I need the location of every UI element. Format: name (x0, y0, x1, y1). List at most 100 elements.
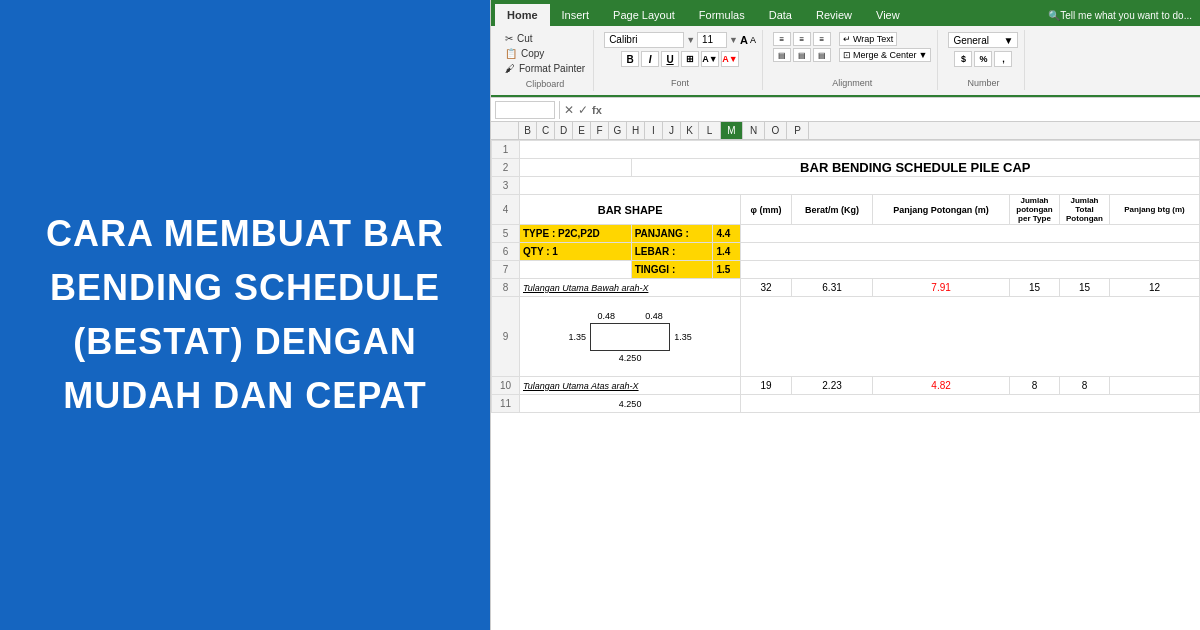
col-header-h[interactable]: H (627, 122, 645, 139)
bar-shape-row: 1.35 1.35 (569, 323, 692, 351)
panjang-btg-header[interactable]: Panjang btg (m) (1109, 195, 1199, 225)
type-label-cell[interactable]: TYPE : P2C,P2D (520, 225, 632, 243)
cut-button[interactable]: ✂ Cut (503, 32, 587, 45)
empty-row-1[interactable] (520, 141, 1200, 159)
main-title: CARA MEMBUAT BAR BENDING SCHEDULE (BESTA… (46, 207, 444, 423)
qty-label-cell[interactable]: QTY : 1 (520, 243, 632, 261)
font-size-box[interactable]: 11 (697, 32, 727, 48)
bold-button[interactable]: B (621, 51, 639, 67)
tinggi-val-cell[interactable]: 1.5 (713, 261, 741, 279)
row-num-10: 10 (492, 377, 520, 395)
bottom-dim: 4.250 (619, 353, 642, 363)
align-top-button[interactable]: ≡ (773, 32, 791, 46)
tab-formulas[interactable]: Formulas (687, 4, 757, 26)
excel-panel: Home Insert Page Layout Formulas Data Re… (490, 0, 1200, 630)
col-header-e[interactable]: E (573, 122, 591, 139)
col-header-c[interactable]: C (537, 122, 555, 139)
align-middle-button[interactable]: ≡ (793, 32, 811, 46)
tab-view[interactable]: View (864, 4, 912, 26)
phi-header[interactable]: φ (mm) (741, 195, 792, 225)
name-box[interactable] (495, 101, 555, 119)
align-right-button[interactable]: ▤ (813, 48, 831, 62)
align-left-button[interactable]: ▤ (773, 48, 791, 62)
berat-header[interactable]: Berat/m (Kg) (791, 195, 872, 225)
col-header-p[interactable]: P (787, 122, 809, 139)
border-button[interactable]: ⊞ (681, 51, 699, 67)
col-header-g[interactable]: G (609, 122, 627, 139)
col-header-m[interactable]: M (721, 122, 743, 139)
row2-panjang-btg[interactable] (1109, 377, 1199, 395)
row1-total[interactable]: 15 (1059, 279, 1109, 297)
percent-button[interactable]: % (974, 51, 992, 67)
tab-home[interactable]: Home (495, 4, 550, 26)
comma-button[interactable]: , (994, 51, 1012, 67)
copy-button[interactable]: 📋 Copy (503, 47, 587, 60)
currency-button[interactable]: $ (954, 51, 972, 67)
font-color-button[interactable]: A▼ (721, 51, 739, 67)
cancel-formula-icon[interactable]: ✕ (564, 103, 574, 117)
col-header-k[interactable]: K (681, 122, 699, 139)
col-header-l[interactable]: L (699, 122, 721, 139)
row-num-5: 5 (492, 225, 520, 243)
format-painter-button[interactable]: 🖌 Format Painter (503, 62, 587, 75)
jumlah-total-header[interactable]: Jumlah Total Potongan (1059, 195, 1109, 225)
col-header-n[interactable]: N (743, 122, 765, 139)
italic-button[interactable]: I (641, 51, 659, 67)
confirm-formula-icon[interactable]: ✓ (578, 103, 588, 117)
qty-row-empty (741, 243, 1200, 261)
sheet-title[interactable]: BAR BENDING SCHEDULE PILE CAP (631, 159, 1199, 177)
top-dims: 0.48 0.48 (598, 311, 663, 321)
col-header-j[interactable]: J (663, 122, 681, 139)
paintbrush-icon: 🖌 (505, 63, 515, 74)
row2-desc[interactable]: Tulangan Utama Atas arah-X (520, 377, 741, 395)
row1-jumlah[interactable]: 15 (1009, 279, 1059, 297)
spreadsheet-table: 1 2 BAR BENDING SCHEDULE PILE CAP 3 4 (491, 140, 1200, 413)
row1-panjang[interactable]: 7.91 (873, 279, 1010, 297)
panjang-val-cell[interactable]: 4.4 (713, 225, 741, 243)
formula-input[interactable] (606, 104, 1196, 116)
clipboard-label: Clipboard (526, 75, 565, 89)
jumlah-potongan-header[interactable]: Jumlah potongan per Type (1009, 195, 1059, 225)
wrap-text-button[interactable]: ↵ Wrap Text (839, 32, 897, 46)
col-header-b[interactable]: B (519, 122, 537, 139)
col-header-o[interactable]: O (765, 122, 787, 139)
row1-phi[interactable]: 32 (741, 279, 792, 297)
row2-berat[interactable]: 2.23 (791, 377, 872, 395)
type-row-empty (741, 225, 1200, 243)
fill-color-button[interactable]: A▼ (701, 51, 719, 67)
tab-review[interactable]: Review (804, 4, 864, 26)
row1-berat[interactable]: 6.31 (791, 279, 872, 297)
row2-phi[interactable]: 19 (741, 377, 792, 395)
col-header-f[interactable]: F (591, 122, 609, 139)
tell-me-box[interactable]: 🔍 Tell me what you want to do... (1036, 4, 1200, 26)
tab-insert[interactable]: Insert (550, 4, 602, 26)
merge-center-button[interactable]: ⊡ Merge & Center ▼ (839, 48, 931, 62)
row1-desc[interactable]: Tulangan Utama Bawah arah-X (520, 279, 741, 297)
bar-shape-header[interactable]: BAR SHAPE (520, 195, 741, 225)
chevron-down-icon: ▼ (686, 35, 695, 45)
lebar-val-cell[interactable]: 1.4 (713, 243, 741, 261)
tab-page-layout[interactable]: Page Layout (601, 4, 687, 26)
col-header-d[interactable]: D (555, 122, 573, 139)
underline-button[interactable]: U (661, 51, 679, 67)
alignment-buttons: ≡ ≡ ≡ ↵ Wrap Text ▤ ▤ ▤ (773, 32, 931, 62)
font-name-box[interactable]: Calibri (604, 32, 684, 48)
decrease-font-button[interactable]: A (750, 35, 756, 45)
table-row: 1 (492, 141, 1200, 159)
tab-data[interactable]: Data (757, 4, 804, 26)
col-header-i[interactable]: I (645, 122, 663, 139)
table-row: 7 TINGGI : 1.5 (492, 261, 1200, 279)
formula-bar: ✕ ✓ fx (491, 98, 1200, 122)
row2-jumlah[interactable]: 8 (1009, 377, 1059, 395)
table-row: 3 (492, 177, 1200, 195)
row2-panjang[interactable]: 4.82 (873, 377, 1010, 395)
increase-font-button[interactable]: A (740, 34, 748, 46)
row2-total[interactable]: 8 (1059, 377, 1109, 395)
number-format-box[interactable]: General ▼ (948, 32, 1018, 48)
panjang-header[interactable]: Panjang Potongan (m) (873, 195, 1010, 225)
table-row: 10 Tulangan Utama Atas arah-X 19 2.23 4.… (492, 377, 1200, 395)
align-bottom-button[interactable]: ≡ (813, 32, 831, 46)
align-center-button[interactable]: ▤ (793, 48, 811, 62)
insert-function-icon[interactable]: fx (592, 104, 602, 116)
row1-panjang-btg[interactable]: 12 (1109, 279, 1199, 297)
